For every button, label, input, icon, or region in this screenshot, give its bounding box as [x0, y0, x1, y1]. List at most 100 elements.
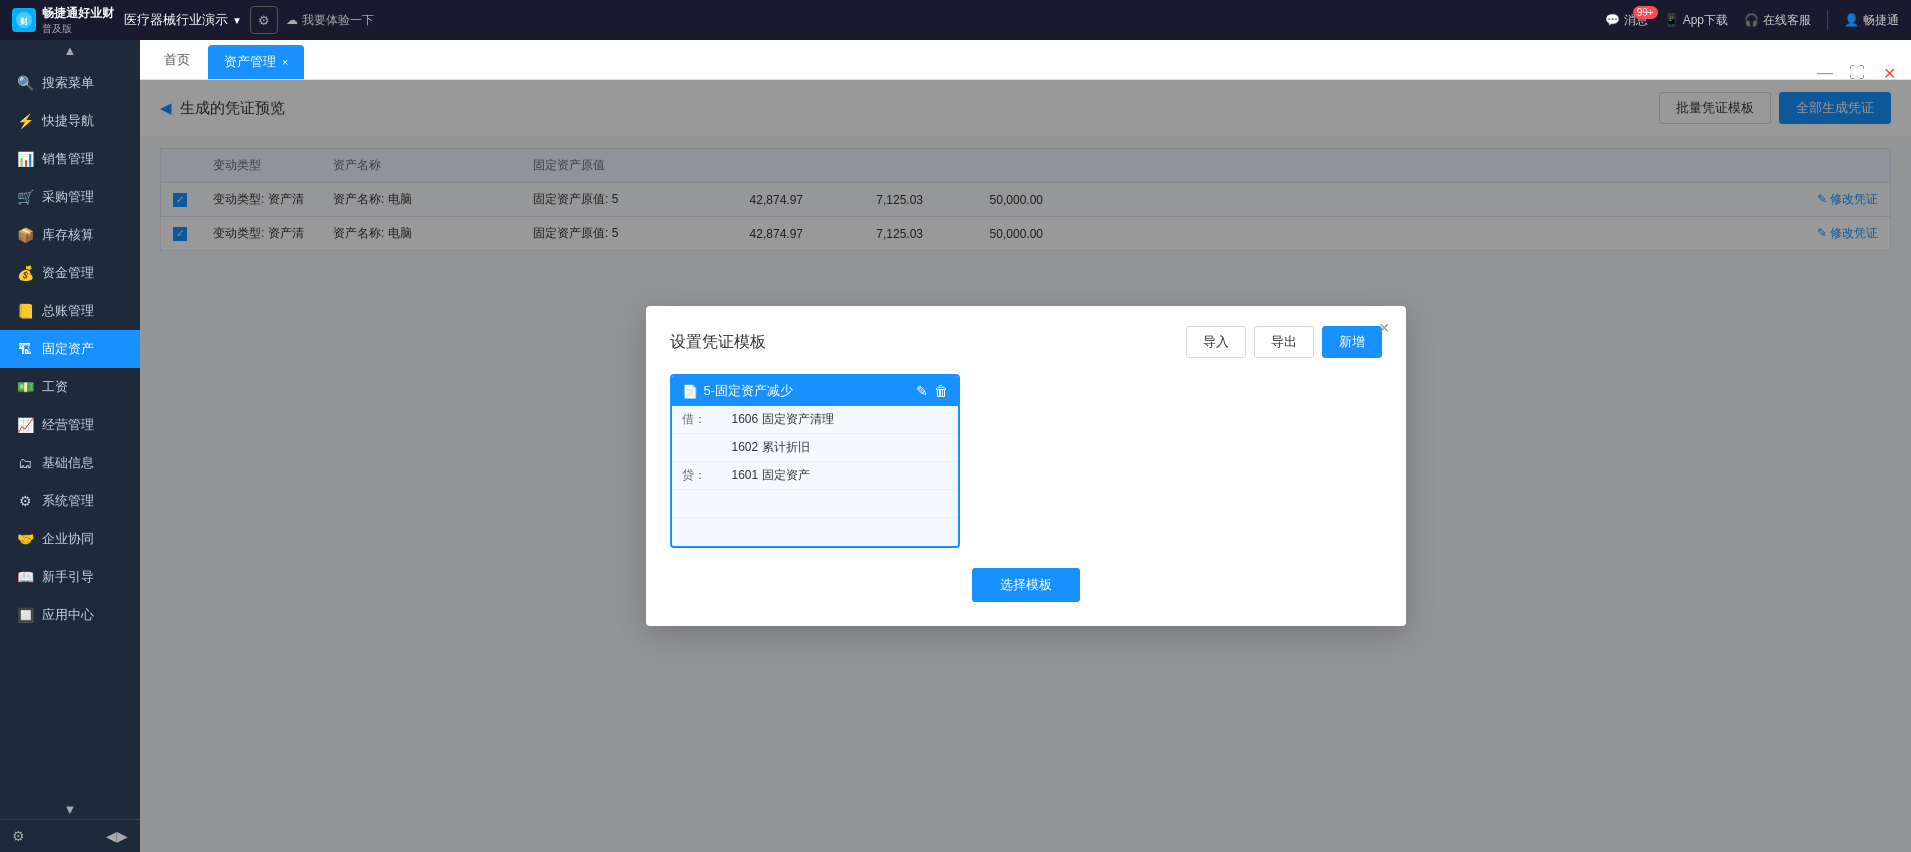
modal-overlay: 设置凭证模板 导入 导出 新增 ×	[140, 80, 1911, 852]
template-card-header: 📄 5-固定资产减少 ✎ 🗑	[672, 376, 958, 406]
sidebar-item-system[interactable]: ⚙ 系统管理	[0, 482, 140, 520]
content-area: 首页 资产管理 × ◀ 生成的凭证预览 批量凭证模板 全部生成凭	[140, 40, 1911, 852]
window-close-button[interactable]: ✕	[1875, 59, 1903, 87]
sidebar-settings-icon[interactable]: ⚙	[12, 828, 25, 844]
funds-icon: 💰	[16, 264, 34, 282]
sidebar-label-operations: 经营管理	[42, 416, 94, 434]
sidebar-item-basics[interactable]: 🗂 基础信息	[0, 444, 140, 482]
ledger-icon: 📒	[16, 302, 34, 320]
company-name: 医疗器械行业演示	[124, 11, 228, 29]
sidebar-item-ledger[interactable]: 📒 总账管理	[0, 292, 140, 330]
user-icon: 👤	[1844, 13, 1859, 27]
experience-button[interactable]: ☁ 我要体验一下	[286, 12, 374, 29]
service-icon: 🎧	[1744, 13, 1759, 27]
sidebar-label-fixed-assets: 固定资产	[42, 340, 94, 358]
template-card: 📄 5-固定资产减少 ✎ 🗑	[670, 374, 960, 548]
download-icon: 📱	[1664, 13, 1679, 27]
online-service-button[interactable]: 🎧 在线客服	[1744, 12, 1811, 29]
operations-icon: 📈	[16, 416, 34, 434]
messages-badge: 99+	[1633, 6, 1658, 19]
experience-label: 我要体验一下	[302, 12, 374, 29]
window-maximize-button[interactable]: ⛶	[1843, 59, 1871, 87]
export-button[interactable]: 导出	[1254, 326, 1314, 358]
tab-asset-management[interactable]: 资产管理 ×	[208, 45, 304, 79]
sidebar-item-fixed-assets[interactable]: 🏗 固定资产	[0, 330, 140, 368]
logo-icon: 财	[12, 8, 36, 32]
modal-body: 📄 5-固定资产减少 ✎ 🗑	[646, 374, 1406, 626]
sidebar-item-purchase[interactable]: 🛒 采购管理	[0, 178, 140, 216]
app-download-button[interactable]: 📱 App下载	[1664, 12, 1728, 29]
active-tab-label: 资产管理	[224, 53, 276, 71]
template-row-2: 1602 累计折旧	[672, 434, 958, 462]
company-selector[interactable]: 医疗器械行业演示 ▼	[124, 11, 242, 29]
sidebar-collapse-icon[interactable]: ◀▶	[106, 828, 128, 844]
sidebar-item-wages[interactable]: 💵 工资	[0, 368, 140, 406]
user-button[interactable]: 👤 畅捷通	[1844, 12, 1899, 29]
import-button[interactable]: 导入	[1186, 326, 1246, 358]
select-template-button[interactable]: 选择模板	[972, 568, 1080, 602]
sidebar-scroll-down[interactable]: ▼	[0, 799, 140, 819]
sidebar-label-funds: 资金管理	[42, 264, 94, 282]
svg-text:财: 财	[19, 17, 28, 26]
purchase-icon: 🛒	[16, 188, 34, 206]
basics-icon: 🗂	[16, 454, 34, 472]
sidebar-item-quick-nav[interactable]: ⚡ 快捷导航	[0, 102, 140, 140]
wages-icon: 💵	[16, 378, 34, 396]
window-minimize-button[interactable]: —	[1811, 59, 1839, 87]
sidebar-label-system: 系统管理	[42, 492, 94, 510]
sidebar-item-enterprise[interactable]: 🤝 企业协同	[0, 520, 140, 558]
quick-nav-icon: ⚡	[16, 112, 34, 130]
sidebar-scroll-up[interactable]: ▲	[0, 40, 140, 60]
sidebar-label-wages: 工资	[42, 378, 68, 396]
message-icon: 💬	[1605, 13, 1620, 27]
sidebar-item-app-center[interactable]: 🔲 应用中心	[0, 596, 140, 634]
search-icon: 🔍	[16, 74, 34, 92]
sidebar-item-guide[interactable]: 📖 新手引导	[0, 558, 140, 596]
sidebar-label-search: 搜索菜单	[42, 74, 94, 92]
user-label: 畅捷通	[1863, 12, 1899, 29]
sidebar-bottom: ⚙ ◀▶	[0, 819, 140, 852]
sidebar-item-search[interactable]: 🔍 搜索菜单	[0, 64, 140, 102]
sidebar-item-operations[interactable]: 📈 经营管理	[0, 406, 140, 444]
chevron-down-icon: ▼	[232, 15, 242, 26]
template-card-body: 借： 1606 固定资产清理 1602 累计折旧 贷：	[672, 406, 958, 546]
inventory-icon: 📦	[16, 226, 34, 244]
settings-button[interactable]: ⚙	[250, 6, 278, 34]
modal-close-button[interactable]: ×	[1379, 318, 1390, 339]
sidebar-item-sales[interactable]: 📊 销售管理	[0, 140, 140, 178]
sidebar-label-inventory: 库存核算	[42, 226, 94, 244]
sidebar-menu: 🔍 搜索菜单 ⚡ 快捷导航 📊 销售管理 🛒 采购管理 📦 库存核算	[0, 60, 140, 799]
sidebar-label-quick-nav: 快捷导航	[42, 112, 94, 130]
messages-button[interactable]: 💬 消息 99+	[1605, 12, 1648, 29]
sidebar-label-app-center: 应用中心	[42, 606, 94, 624]
top-bar: 财 畅捷通好业财 普及版 医疗器械行业演示 ▼ ⚙ ☁ 我要体验一下 💬 消息 …	[0, 0, 1911, 40]
modal-header-actions: 导入 导出 新增	[1186, 326, 1382, 358]
sidebar-item-funds[interactable]: 💰 资金管理	[0, 254, 140, 292]
template-row-1: 借： 1606 固定资产清理	[672, 406, 958, 434]
modal-header: 设置凭证模板 导入 导出 新增 ×	[646, 306, 1406, 374]
template-card-actions: ✎ 🗑	[916, 383, 948, 399]
top-bar-center: 医疗器械行业演示 ▼ ⚙ ☁ 我要体验一下	[124, 6, 1595, 34]
select-template-area: 选择模板	[670, 568, 1382, 602]
enterprise-icon: 🤝	[16, 530, 34, 548]
template-edit-icon[interactable]: ✎	[916, 383, 928, 399]
system-icon: ⚙	[16, 492, 34, 510]
sidebar-label-enterprise: 企业协同	[42, 530, 94, 548]
app-logo: 财 畅捷通好业财 普及版	[12, 5, 114, 36]
template-row-3: 贷： 1601 固定资产	[672, 462, 958, 490]
tab-home[interactable]: 首页	[148, 43, 206, 79]
top-bar-right: 💬 消息 99+ 📱 App下载 🎧 在线客服 👤 畅捷通	[1605, 10, 1899, 30]
sidebar-label-purchase: 采购管理	[42, 188, 94, 206]
window-controls: — ⛶ ✕	[1803, 55, 1911, 91]
tab-close-icon[interactable]: ×	[282, 56, 288, 68]
sidebar-label-ledger: 总账管理	[42, 302, 94, 320]
template-document-icon: 📄	[682, 384, 698, 399]
main-area: ▲ 🔍 搜索菜单 ⚡ 快捷导航 📊 销售管理 🛒 采购管理	[0, 40, 1911, 852]
sidebar-item-inventory[interactable]: 📦 库存核算	[0, 216, 140, 254]
fixed-assets-icon: 🏗	[16, 340, 34, 358]
template-delete-icon[interactable]: 🗑	[934, 383, 948, 399]
new-template-button[interactable]: 新增	[1322, 326, 1382, 358]
sales-icon: 📊	[16, 150, 34, 168]
divider	[1827, 10, 1828, 30]
home-tab-label: 首页	[164, 52, 190, 67]
